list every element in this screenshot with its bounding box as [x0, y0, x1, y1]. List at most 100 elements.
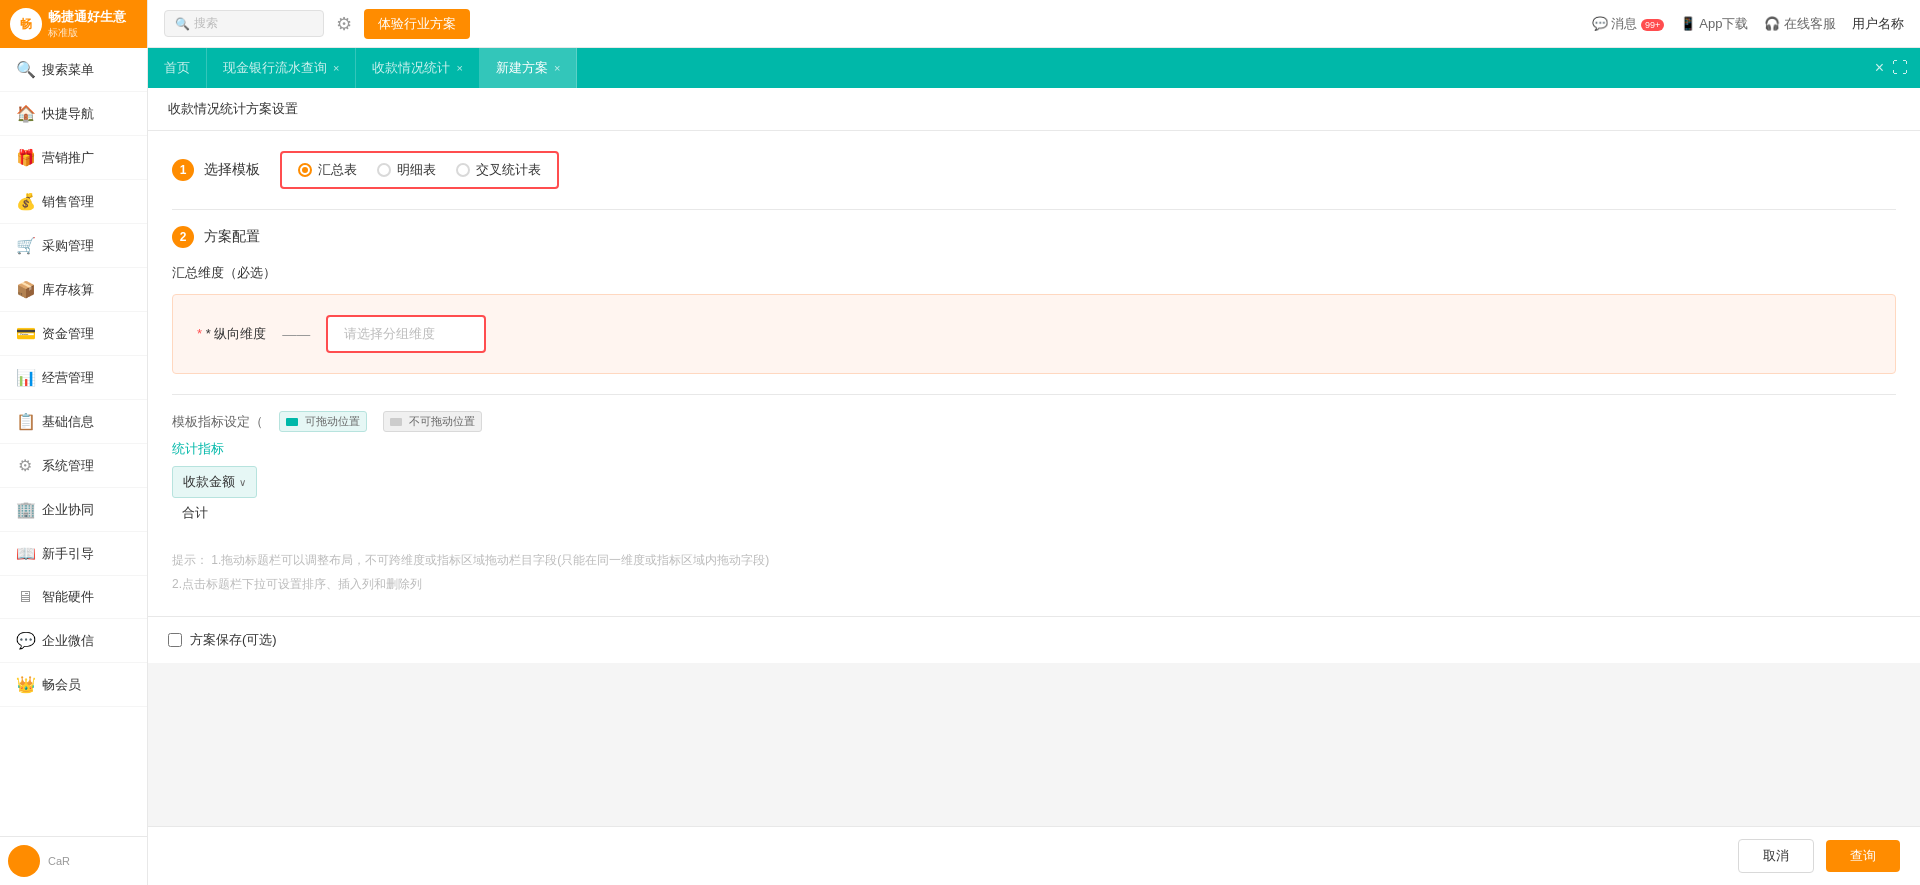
query-button[interactable]: 查询	[1826, 840, 1900, 872]
radio-summary[interactable]: 汇总表	[298, 161, 357, 179]
save-label: 方案保存(可选)	[190, 631, 277, 649]
sidebar-item-label: 智能硬件	[42, 588, 94, 606]
search-placeholder: 搜索	[194, 15, 218, 32]
search-icon: 🔍	[175, 17, 190, 31]
system-icon: ⚙	[16, 456, 34, 475]
tab-bank-flow-close[interactable]: ×	[333, 62, 339, 74]
sidebar-item-system[interactable]: ⚙ 系统管理	[0, 444, 147, 488]
sidebar-item-weixin[interactable]: 💬 企业微信	[0, 619, 147, 663]
window-close-icon[interactable]: ×	[1875, 59, 1884, 77]
user-name: CaR	[48, 855, 70, 867]
dimension-title-text: 汇总维度（必选）	[172, 265, 276, 280]
tab-bank-flow[interactable]: 现金银行流水查询 ×	[207, 48, 356, 88]
step1-row: 1 选择模板 汇总表 明细表 交叉统计表	[172, 151, 1896, 189]
fullscreen-icon[interactable]: ⛶	[1892, 59, 1908, 77]
industry-btn[interactable]: 体验行业方案	[364, 9, 470, 39]
sidebar-item-operations[interactable]: 📊 经营管理	[0, 356, 147, 400]
page-title: 收款情况统计方案设置	[168, 101, 298, 116]
finance-icon: 💳	[16, 324, 34, 343]
step1-badge: 1	[172, 159, 194, 181]
inventory-icon: 📦	[16, 280, 34, 299]
purchase-icon: 🛒	[16, 236, 34, 255]
step2-label: 方案配置	[204, 228, 260, 246]
sidebar-item-enterprise[interactable]: 🏢 企业协同	[0, 488, 147, 532]
weixin-icon: 💬	[16, 631, 34, 650]
sidebar-item-label: 经营管理	[42, 369, 94, 387]
user-name-display[interactable]: 用户名称	[1852, 15, 1904, 33]
sidebar-item-label: 采购管理	[42, 237, 94, 255]
metrics-table: 统计指标 收款金额 ∨ 合计	[172, 440, 1896, 528]
sidebar-item-label: 企业协同	[42, 501, 94, 519]
dimension-area: * * 纵向维度 —— 请选择分组维度	[172, 294, 1896, 374]
hint-1: 提示： 1.拖动标题栏可以调整布局，不可跨维度或指标区域拖动栏目字段(只能在同一…	[172, 548, 1896, 572]
dimension-placeholder: 请选择分组维度	[344, 325, 435, 343]
dimension-title: 汇总维度（必选）	[172, 264, 1896, 282]
main-area: 🔍 搜索 ⚙ 体验行业方案 💬 消息 99+ 📱 App下载 🎧 在线客服 用户…	[148, 0, 1920, 885]
search-menu-icon: 🔍	[16, 60, 34, 79]
step2-row: 2 方案配置	[172, 226, 1896, 248]
sidebar-item-label: 销售管理	[42, 193, 94, 211]
metric-item-amount[interactable]: 收款金额 ∨	[172, 466, 257, 498]
sidebar-footer: CaR	[0, 836, 147, 885]
cancel-button[interactable]: 取消	[1738, 839, 1814, 873]
sidebar-item-marketing[interactable]: 🎁 营销推广	[0, 136, 147, 180]
radio-cross-circle	[456, 163, 470, 177]
message-area[interactable]: 💬 消息 99+	[1592, 15, 1665, 33]
basic-info-icon: 📋	[16, 412, 34, 431]
step2-section: 2 方案配置 汇总维度（必选） * * 纵向维度 —— 请选择分组维度	[172, 209, 1896, 596]
radio-detail-label: 明细表	[397, 161, 436, 179]
sidebar-item-guide[interactable]: 📖 新手引导	[0, 532, 147, 576]
sidebar-item-search-menu[interactable]: 🔍 搜索菜单	[0, 48, 147, 92]
logo-badge: 标准版	[48, 26, 126, 40]
sidebar-item-hardware[interactable]: 🖥 智能硬件	[0, 576, 147, 619]
sidebar-logo: 畅 畅捷通好生意 标准版	[0, 0, 147, 48]
form-section: 1 选择模板 汇总表 明细表 交叉统计表	[148, 131, 1920, 616]
radio-cross[interactable]: 交叉统计表	[456, 161, 541, 179]
home-icon: 🏠	[16, 104, 34, 123]
sidebar-item-purchase[interactable]: 🛒 采购管理	[0, 224, 147, 268]
sidebar-item-sales[interactable]: 💰 销售管理	[0, 180, 147, 224]
tab-receipt-stats-label: 收款情况统计	[372, 59, 450, 77]
sidebar-item-finance[interactable]: 💳 资金管理	[0, 312, 147, 356]
sidebar-item-member[interactable]: 👑 畅会员	[0, 663, 147, 707]
sidebar-item-basic-info[interactable]: 📋 基础信息	[0, 400, 147, 444]
page-header: 收款情况统计方案设置	[148, 88, 1920, 131]
template-selection-box: 汇总表 明细表 交叉统计表	[280, 151, 559, 189]
draggable-tag-icon	[286, 418, 298, 426]
metric-amount-label: 收款金额	[183, 473, 235, 491]
online-service[interactable]: 🎧 在线客服	[1764, 15, 1836, 33]
message-badge: 99+	[1641, 19, 1664, 31]
tab-receipt-stats[interactable]: 收款情况统计 ×	[356, 48, 479, 88]
sidebar-menu: 🔍 搜索菜单 🏠 快捷导航 🎁 营销推广 💰 销售管理 🛒 采购管理 📦 库存核…	[0, 48, 147, 836]
tab-new-plan[interactable]: 新建方案 ×	[480, 48, 577, 88]
dimension-direction-label: * 纵向维度	[206, 326, 267, 341]
metrics-section: 模板指标设定（ 可拖动位置 不可拖动位置 统计指标	[172, 411, 1896, 528]
sidebar-item-inventory[interactable]: 📦 库存核算	[0, 268, 147, 312]
gear-icon[interactable]: ⚙	[336, 13, 352, 35]
logo-icon: 畅	[10, 8, 42, 40]
tab-bar: 首页 现金银行流水查询 × 收款情况统计 × 新建方案 × × ⛶	[148, 48, 1920, 88]
sidebar-item-label: 新手引导	[42, 545, 94, 563]
user-avatar	[8, 845, 40, 877]
radio-detail-circle	[377, 163, 391, 177]
sidebar-item-label: 资金管理	[42, 325, 94, 343]
footer-bar: 取消 查询	[148, 826, 1920, 885]
sidebar-item-quick-nav[interactable]: 🏠 快捷导航	[0, 92, 147, 136]
metric-chevron-icon: ∨	[239, 477, 246, 488]
sidebar-item-label: 畅会员	[42, 676, 81, 694]
tab-bank-flow-label: 现金银行流水查询	[223, 59, 327, 77]
save-checkbox[interactable]	[168, 633, 182, 647]
dimension-select[interactable]: 请选择分组维度	[326, 315, 486, 353]
sidebar-item-label: 营销推广	[42, 149, 94, 167]
sales-icon: 💰	[16, 192, 34, 211]
metrics-header: 模板指标设定（ 可拖动位置 不可拖动位置	[172, 411, 1896, 432]
radio-detail[interactable]: 明细表	[377, 161, 436, 179]
radio-summary-label: 汇总表	[318, 161, 357, 179]
tab-receipt-stats-close[interactable]: ×	[456, 62, 462, 74]
tab-new-plan-close[interactable]: ×	[554, 62, 560, 74]
tab-home[interactable]: 首页	[148, 48, 207, 88]
logo-title: 畅捷通好生意	[48, 8, 126, 26]
enterprise-icon: 🏢	[16, 500, 34, 519]
app-download[interactable]: 📱 App下载	[1680, 15, 1748, 33]
search-box[interactable]: 🔍 搜索	[164, 10, 324, 37]
